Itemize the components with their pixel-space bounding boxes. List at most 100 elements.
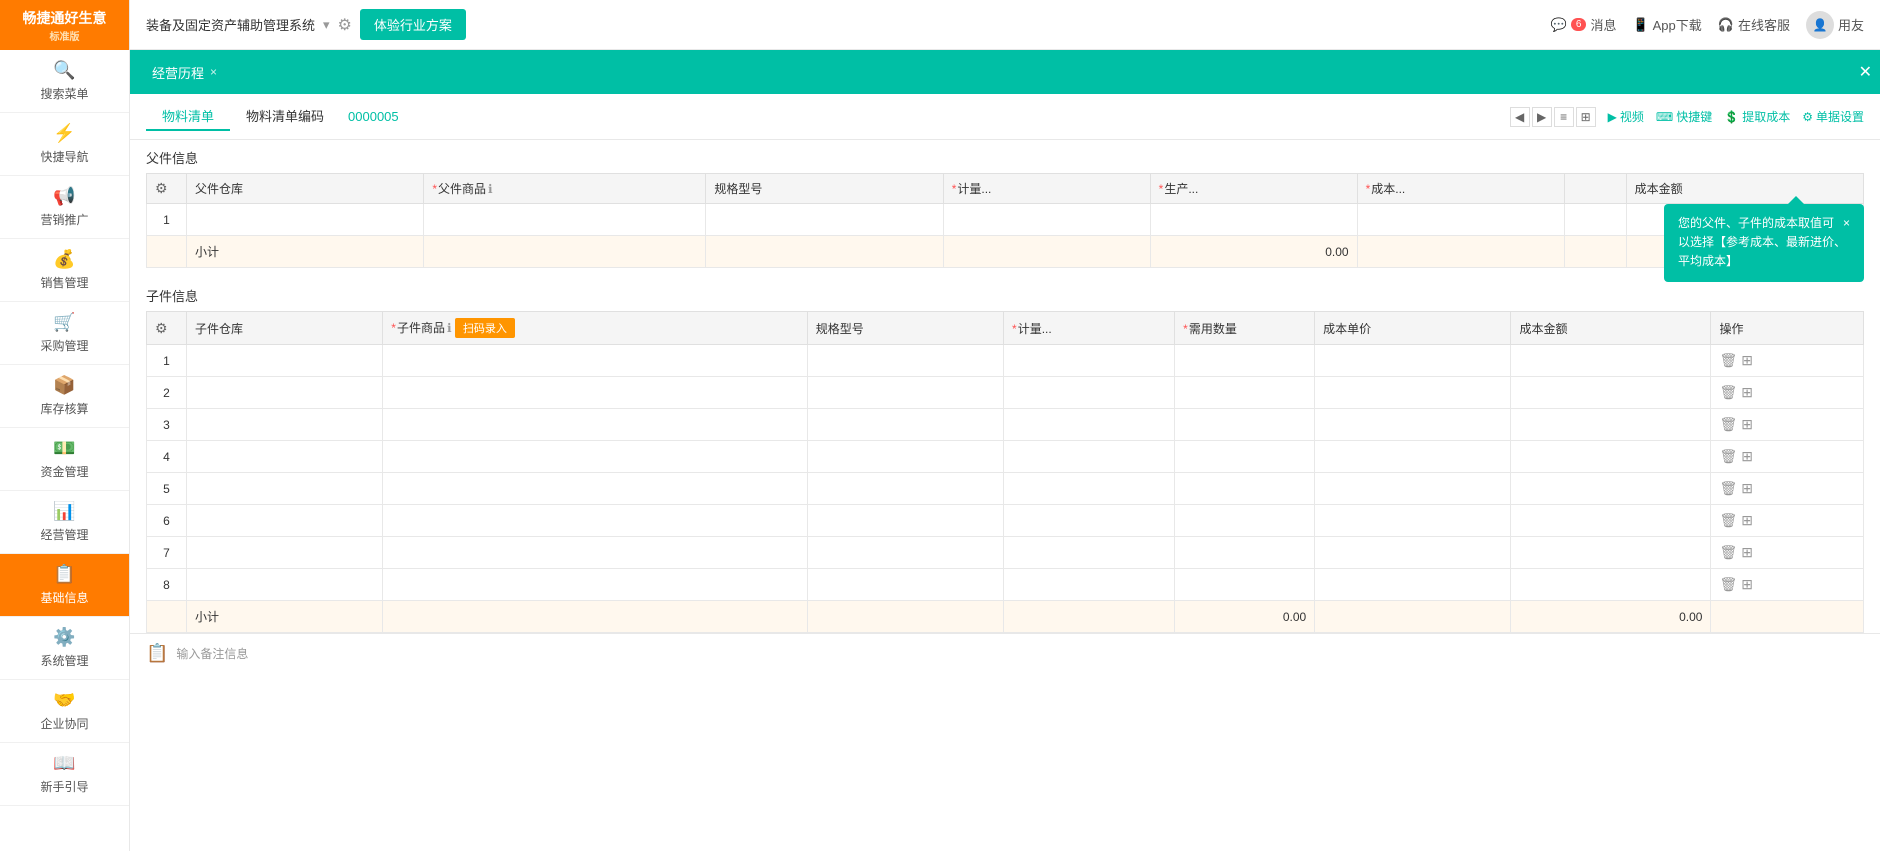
shortcut-btn[interactable]: ⌨ 快捷键 (1656, 108, 1712, 125)
trial-button[interactable]: 体验行业方案 (360, 9, 466, 40)
child-goods-cell[interactable] (383, 537, 807, 569)
cost-btn[interactable]: 💲 提取成本 (1724, 108, 1790, 125)
nav-prev-icon[interactable]: ◀ (1510, 107, 1530, 127)
child-goods-cell[interactable] (383, 377, 807, 409)
nav-tab-经营历程[interactable]: 经营历程× (138, 50, 231, 94)
settings-btn[interactable]: ⚙ 单据设置 (1802, 108, 1864, 125)
sidebar-item-经营管理[interactable]: 📊经营管理 (0, 491, 129, 554)
online-service-btn[interactable]: 🎧 在线客服 (1718, 15, 1790, 34)
parent-production-cell[interactable] (1150, 204, 1357, 236)
child-goods-cell[interactable] (383, 505, 807, 537)
child-qty-cell[interactable] (1175, 345, 1315, 377)
parent-spec-cell[interactable] (706, 204, 943, 236)
sidebar-item-搜索菜单[interactable]: 🔍搜索菜单 (0, 50, 129, 113)
nav-expand-icon[interactable]: ⊞ (1576, 107, 1596, 127)
child-spec-cell[interactable] (807, 409, 1003, 441)
delete-icon[interactable]: 🗑 (1719, 416, 1737, 433)
table-settings-icon[interactable]: ⚙ (155, 180, 168, 196)
message-btn[interactable]: 💬 6 消息 (1551, 15, 1617, 34)
child-goods-cell[interactable] (383, 569, 807, 601)
tooltip-close-icon[interactable]: × (1843, 214, 1850, 233)
user-avatar[interactable]: 👤 用友 (1806, 11, 1864, 39)
sidebar-item-企业协同[interactable]: 🤝企业协同 (0, 680, 129, 743)
child-unit-cell[interactable] (1004, 409, 1175, 441)
sub-tab-bom-code[interactable]: 物料清单编码 (230, 102, 340, 131)
child-spec-cell[interactable] (807, 377, 1003, 409)
parent-unit-cell[interactable] (943, 204, 1150, 236)
child-unit-cost-cell[interactable] (1315, 473, 1511, 505)
parent-goods-cell[interactable] (424, 204, 706, 236)
parent-cost-cell[interactable] (1357, 204, 1564, 236)
delete-icon[interactable]: 🗑 (1719, 544, 1737, 561)
sidebar-item-系统管理[interactable]: ⚙️系统管理 (0, 617, 129, 680)
copy-icon[interactable]: ⊞ (1741, 480, 1753, 497)
copy-icon[interactable]: ⊞ (1741, 576, 1753, 593)
child-qty-cell[interactable] (1175, 537, 1315, 569)
child-table-settings-icon[interactable]: ⚙ (155, 320, 168, 336)
child-spec-cell[interactable] (807, 569, 1003, 601)
copy-icon[interactable]: ⊞ (1741, 512, 1753, 529)
child-spec-cell[interactable] (807, 441, 1003, 473)
bottom-note-text[interactable]: 输入备注信息 (176, 645, 248, 662)
child-warehouse-cell[interactable] (187, 345, 383, 377)
child-unit-cell[interactable] (1004, 537, 1175, 569)
child-unit-cost-cell[interactable] (1315, 441, 1511, 473)
child-qty-cell[interactable] (1175, 377, 1315, 409)
delete-icon[interactable]: 🗑 (1719, 576, 1737, 593)
child-unit-cell[interactable] (1004, 441, 1175, 473)
copy-icon[interactable]: ⊞ (1741, 544, 1753, 561)
delete-icon[interactable]: 🗑 (1719, 352, 1737, 369)
child-goods-cell[interactable] (383, 441, 807, 473)
delete-icon[interactable]: 🗑 (1719, 480, 1737, 497)
child-goods-cell[interactable] (383, 345, 807, 377)
sidebar-item-新手引导[interactable]: 📖新手引导 (0, 743, 129, 806)
child-spec-cell[interactable] (807, 537, 1003, 569)
child-warehouse-cell[interactable] (187, 473, 383, 505)
child-qty-cell[interactable] (1175, 569, 1315, 601)
scan-btn[interactable]: 扫码录入 (455, 318, 515, 338)
child-unit-cell[interactable] (1004, 505, 1175, 537)
child-unit-cost-cell[interactable] (1315, 505, 1511, 537)
sub-tab-bom-list[interactable]: 物料清单 (146, 102, 230, 131)
child-qty-cell[interactable] (1175, 409, 1315, 441)
child-unit-cell[interactable] (1004, 473, 1175, 505)
child-spec-cell[interactable] (807, 345, 1003, 377)
child-spec-cell[interactable] (807, 473, 1003, 505)
child-qty-cell[interactable] (1175, 505, 1315, 537)
delete-icon[interactable]: 🗑 (1719, 512, 1737, 529)
child-unit-cell[interactable] (1004, 377, 1175, 409)
child-warehouse-cell[interactable] (187, 441, 383, 473)
sidebar-item-库存核算[interactable]: 📦库存核算 (0, 365, 129, 428)
gear-icon[interactable]: ⚙ (338, 15, 352, 35)
copy-icon[interactable]: ⊞ (1741, 416, 1753, 433)
sidebar-item-营销推广[interactable]: 📢营销推广 (0, 176, 129, 239)
sidebar-item-资金管理[interactable]: 💵资金管理 (0, 428, 129, 491)
child-spec-cell[interactable] (807, 505, 1003, 537)
child-goods-cell[interactable] (383, 473, 807, 505)
close-all-tabs-icon[interactable]: ✕ (1859, 62, 1872, 82)
child-qty-cell[interactable] (1175, 441, 1315, 473)
child-warehouse-cell[interactable] (187, 569, 383, 601)
child-warehouse-cell[interactable] (187, 409, 383, 441)
child-qty-cell[interactable] (1175, 473, 1315, 505)
child-unit-cost-cell[interactable] (1315, 409, 1511, 441)
sidebar-item-快捷导航[interactable]: ⚡快捷导航 (0, 113, 129, 176)
nav-grid-icon[interactable]: ≡ (1554, 107, 1574, 127)
child-unit-cost-cell[interactable] (1315, 537, 1511, 569)
child-unit-cost-cell[interactable] (1315, 377, 1511, 409)
child-unit-cell[interactable] (1004, 345, 1175, 377)
delete-icon[interactable]: 🗑 (1719, 384, 1737, 401)
child-goods-info-icon[interactable]: ℹ (447, 321, 452, 335)
app-download-btn[interactable]: 📱 App下载 (1632, 15, 1701, 34)
child-unit-cost-cell[interactable] (1315, 569, 1511, 601)
sidebar-item-基础信息[interactable]: 📋基础信息 (0, 554, 129, 617)
child-unit-cell[interactable] (1004, 569, 1175, 601)
nav-next-icon[interactable]: ▶ (1532, 107, 1552, 127)
parent-goods-info-icon[interactable]: ℹ (488, 182, 493, 196)
sidebar-item-采购管理[interactable]: 🛒采购管理 (0, 302, 129, 365)
child-goods-cell[interactable] (383, 409, 807, 441)
tab-close-icon[interactable]: × (210, 65, 217, 79)
child-unit-cost-cell[interactable] (1315, 345, 1511, 377)
view-btn[interactable]: ▶ 视频 (1608, 108, 1644, 125)
parent-warehouse-cell[interactable] (187, 204, 424, 236)
